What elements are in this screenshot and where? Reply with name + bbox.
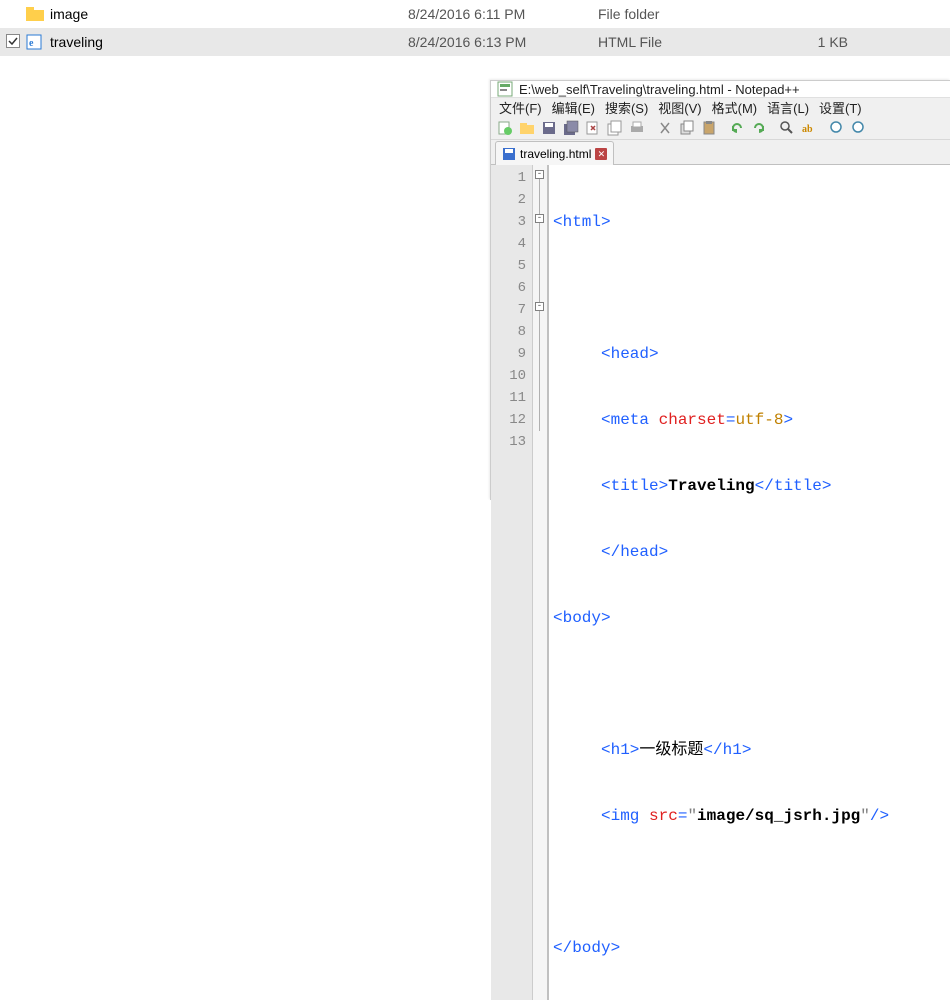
code-text[interactable]: <html> <head> <meta charset=utf-8> <titl… xyxy=(549,165,950,1000)
toolbar: ab xyxy=(491,117,950,140)
svg-text:ab: ab xyxy=(802,124,813,135)
save-state-icon xyxy=(502,147,516,161)
menu-view[interactable]: 视图(V) xyxy=(656,98,703,117)
menu-bar: 文件(F) 编辑(E) 搜索(S) 视图(V) 格式(M) 语言(L) 设置(T… xyxy=(491,98,950,117)
file-name: image xyxy=(48,6,408,22)
file-date: 8/24/2016 6:13 PM xyxy=(408,34,598,50)
close-all-icon[interactable] xyxy=(605,117,625,139)
find-icon[interactable] xyxy=(777,117,797,139)
copy-icon[interactable] xyxy=(677,117,697,139)
menu-file[interactable]: 文件(F) xyxy=(497,98,544,117)
svg-text:e: e xyxy=(29,38,34,49)
undo-icon[interactable] xyxy=(727,117,747,139)
redo-icon[interactable] xyxy=(749,117,769,139)
fold-column[interactable]: - - - xyxy=(533,165,549,1000)
menu-settings[interactable]: 设置(T) xyxy=(817,98,864,117)
open-file-icon[interactable] xyxy=(517,117,537,139)
file-explorer-list: image 8/24/2016 6:11 PM File folder e tr… xyxy=(0,0,950,56)
document-tab[interactable]: traveling.html ✕ xyxy=(495,141,614,165)
file-type: File folder xyxy=(598,6,778,22)
tab-strip: traveling.html ✕ xyxy=(491,140,950,165)
save-icon[interactable] xyxy=(539,117,559,139)
editor-window: E:\web_self\Traveling\traveling.html - N… xyxy=(490,80,950,500)
replace-icon[interactable]: ab xyxy=(799,117,819,139)
zoom-in-icon[interactable] xyxy=(827,117,847,139)
file-name: traveling xyxy=(48,34,408,50)
zoom-out-icon[interactable] xyxy=(849,117,869,139)
menu-search[interactable]: 搜索(S) xyxy=(603,98,650,117)
tab-close-icon[interactable]: ✕ xyxy=(595,148,607,160)
menu-format[interactable]: 格式(M) xyxy=(710,98,760,117)
cut-icon[interactable] xyxy=(655,117,675,139)
html-file-icon: e xyxy=(26,34,48,50)
menu-edit[interactable]: 编辑(E) xyxy=(550,98,597,117)
row-checkbox[interactable] xyxy=(6,34,26,51)
print-icon[interactable] xyxy=(627,117,647,139)
window-title: E:\web_self\Traveling\traveling.html - N… xyxy=(519,82,800,97)
file-row[interactable]: image 8/24/2016 6:11 PM File folder xyxy=(0,0,950,28)
folder-icon xyxy=(26,7,48,21)
fold-box-icon[interactable]: - xyxy=(535,170,544,179)
fold-box-icon[interactable]: - xyxy=(535,214,544,223)
file-date: 8/24/2016 6:11 PM xyxy=(408,6,598,22)
line-number-gutter: 1234567 8910111213 xyxy=(491,165,533,1000)
new-file-icon[interactable] xyxy=(495,117,515,139)
menu-lang[interactable]: 语言(L) xyxy=(765,98,811,117)
window-titlebar[interactable]: E:\web_self\Traveling\traveling.html - N… xyxy=(491,81,950,98)
file-row[interactable]: e traveling 8/24/2016 6:13 PM HTML File … xyxy=(0,28,950,56)
file-type: HTML File xyxy=(598,34,778,50)
code-area[interactable]: 1234567 8910111213 - - - <html> <head> <… xyxy=(491,165,950,1000)
close-icon[interactable] xyxy=(583,117,603,139)
file-size: 1 KB xyxy=(778,34,878,50)
tab-label: traveling.html xyxy=(520,147,591,161)
save-all-icon[interactable] xyxy=(561,117,581,139)
fold-box-icon[interactable]: - xyxy=(535,302,544,311)
paste-icon[interactable] xyxy=(699,117,719,139)
app-icon xyxy=(497,81,513,97)
